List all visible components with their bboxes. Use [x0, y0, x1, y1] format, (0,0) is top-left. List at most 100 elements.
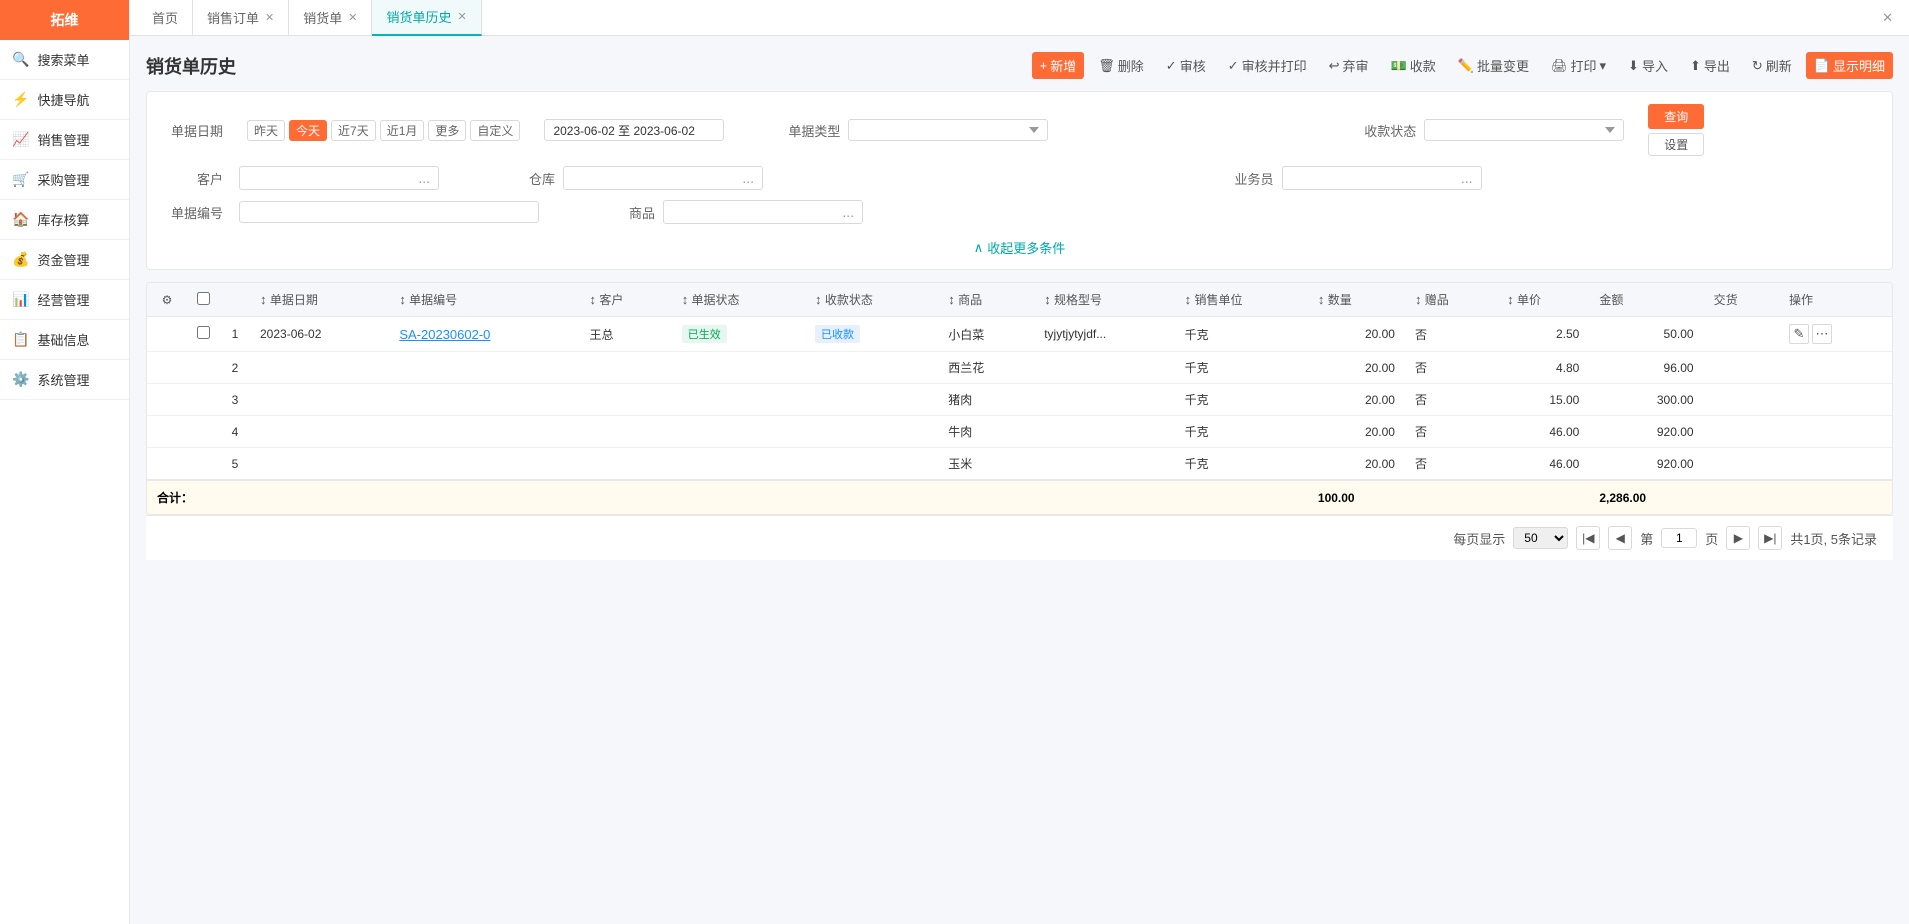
row-ops [1779, 448, 1892, 481]
doc-type-select[interactable] [848, 119, 1048, 141]
tab-sales-order[interactable]: 销售订单 ✕ [193, 0, 289, 36]
sidebar-item-label: 搜索菜单 [37, 50, 89, 69]
collect-button[interactable]: 💵 收款 [1383, 52, 1444, 79]
query-button[interactable]: 查询 [1648, 104, 1704, 129]
sidebar-item-basic-info[interactable]: 📋 基础信息 [0, 320, 129, 360]
first-page-button[interactable]: |◀ [1576, 526, 1600, 550]
page-label: 第 [1640, 529, 1653, 548]
next-page-button[interactable]: ▶ [1726, 526, 1750, 550]
sidebar-item-purchase-mgmt[interactable]: 🛒 采购管理 [0, 160, 129, 200]
sidebar-item-quick-nav[interactable]: ⚡ 快捷导航 [0, 80, 129, 120]
filter-row-2: 客户 ... 仓库 ... 业务员 ... [163, 166, 1876, 190]
row-doc-date: 2023-06-02 [250, 317, 389, 352]
abandon-button[interactable]: ↩ 弃审 [1321, 52, 1377, 79]
row-doc-no[interactable] [389, 416, 579, 448]
col-doc-status[interactable]: ↕ 单据状态 [672, 283, 805, 317]
tab-close-icon[interactable]: ✕ [458, 10, 467, 23]
print-button[interactable]: 🖨 打印 ▾ [1543, 52, 1614, 79]
row-pay-status: 已收款 [805, 317, 938, 352]
row-spec: tyjytjytyjdf... [1034, 317, 1174, 352]
tab-close-icon[interactable]: ✕ [265, 11, 274, 24]
ops-more-button[interactable]: ⋯ [1812, 324, 1832, 344]
tab-home[interactable]: 首页 [138, 0, 193, 36]
goods-dots-button[interactable]: ... [842, 204, 854, 220]
page-number-input[interactable] [1661, 528, 1697, 548]
show-detail-button[interactable]: 📄 显示明细 [1806, 52, 1893, 79]
col-spec[interactable]: ↕ 规格型号 [1034, 283, 1174, 317]
col-customer[interactable]: ↕ 客户 [580, 283, 672, 317]
salesperson-input[interactable] [1291, 171, 1457, 185]
import-button[interactable]: ⬇ 导入 [1620, 52, 1676, 79]
audit-print-icon: ✓ [1228, 58, 1239, 74]
footer-spacer [250, 480, 1308, 514]
warehouse-input[interactable] [572, 171, 738, 185]
row-gift: 否 [1405, 352, 1497, 384]
audit-print-button[interactable]: ✓ 审核并打印 [1220, 52, 1315, 79]
customer-dots-button[interactable]: ... [418, 170, 430, 186]
row-doc-no[interactable] [389, 352, 579, 384]
audit-button[interactable]: ✓ 审核 [1158, 52, 1214, 79]
tab-close-icon[interactable]: ✕ [348, 11, 357, 24]
batch-change-button[interactable]: ✏️ 批量变更 [1450, 52, 1537, 79]
col-goods[interactable]: ↕ 商品 [938, 283, 1034, 317]
payment-status-select[interactable] [1424, 119, 1624, 141]
col-gift[interactable]: ↕ 赠品 [1405, 283, 1497, 317]
row-checkbox-cell[interactable] [187, 317, 220, 352]
tab-bar-close-button[interactable]: ✕ [1874, 10, 1901, 26]
chevron-down-icon: ▾ [1600, 58, 1607, 74]
date-today-btn[interactable]: 今天 [289, 120, 327, 141]
sidebar-item-system-mgmt[interactable]: ⚙️ 系统管理 [0, 360, 129, 400]
row-unit: 千克 [1175, 448, 1308, 481]
col-doc-date[interactable]: ↕ 单据日期 [250, 283, 389, 317]
row-spec [1034, 448, 1174, 481]
row-trade [1704, 448, 1779, 481]
date-7days-btn[interactable]: 近7天 [331, 120, 376, 141]
row-goods: 西兰花 [938, 352, 1034, 384]
date-1month-btn[interactable]: 近1月 [380, 120, 425, 141]
refresh-button[interactable]: ↻ 刷新 [1744, 52, 1800, 79]
sidebar-item-inventory[interactable]: 🏠 库存核算 [0, 200, 129, 240]
sidebar-item-sales-mgmt[interactable]: 📈 销售管理 [0, 120, 129, 160]
select-all-checkbox[interactable] [197, 292, 210, 305]
date-more-btn[interactable]: 更多 [428, 120, 466, 141]
col-checkbox[interactable] [187, 283, 220, 317]
row-doc-no[interactable] [389, 384, 579, 416]
col-gear[interactable]: ⚙ [147, 283, 187, 317]
ops-edit-button[interactable]: ✎ [1789, 324, 1809, 344]
tab-sales-history[interactable]: 销货单历史 ✕ [372, 0, 481, 36]
row-doc-no[interactable] [389, 448, 579, 481]
row-doc-no[interactable]: SA-20230602-0 [389, 317, 579, 352]
col-doc-no[interactable]: ↕ 单据编号 [389, 283, 579, 317]
sidebar-item-finance[interactable]: 💰 资金管理 [0, 240, 129, 280]
sidebar-item-search-menu[interactable]: 🔍 搜索菜单 [0, 40, 129, 80]
col-pay-status[interactable]: ↕ 收款状态 [805, 283, 938, 317]
add-button[interactable]: + 新增 [1032, 52, 1085, 79]
settings-button[interactable]: 设置 [1648, 133, 1704, 156]
salesperson-dots-button[interactable]: ... [1461, 170, 1473, 186]
goods-input[interactable] [672, 205, 838, 219]
per-page-select[interactable]: 50 20 100 [1513, 527, 1568, 549]
date-range-input[interactable] [544, 119, 724, 141]
tab-sales-goods[interactable]: 销货单 ✕ [289, 0, 372, 36]
prev-page-button[interactable]: ◀ [1608, 526, 1632, 550]
sidebar-item-operations[interactable]: 📊 经营管理 [0, 280, 129, 320]
row-checkbox-cell[interactable] [187, 384, 220, 416]
row-checkbox-cell[interactable] [187, 416, 220, 448]
customer-input[interactable] [248, 171, 414, 185]
delete-button[interactable]: 🗑 删除 [1090, 52, 1152, 79]
collapse-button[interactable]: ∧ 收起更多条件 [163, 234, 1876, 257]
col-unit[interactable]: ↕ 销售单位 [1175, 283, 1308, 317]
row-trade [1704, 384, 1779, 416]
row-checkbox-cell[interactable] [187, 352, 220, 384]
date-yesterday-btn[interactable]: 昨天 [247, 120, 285, 141]
export-button[interactable]: ⬆ 导出 [1682, 52, 1738, 79]
row-checkbox[interactable] [197, 326, 210, 339]
last-page-button[interactable]: ▶| [1758, 526, 1782, 550]
row-no-cell: 2 [220, 352, 250, 384]
date-custom-btn[interactable]: 自定义 [470, 120, 520, 141]
warehouse-dots-button[interactable]: ... [742, 170, 754, 186]
row-checkbox-cell[interactable] [187, 448, 220, 481]
col-price[interactable]: ↕ 单价 [1497, 283, 1589, 317]
doc-no-input[interactable] [248, 205, 530, 219]
col-qty[interactable]: ↕ 数量 [1308, 283, 1405, 317]
